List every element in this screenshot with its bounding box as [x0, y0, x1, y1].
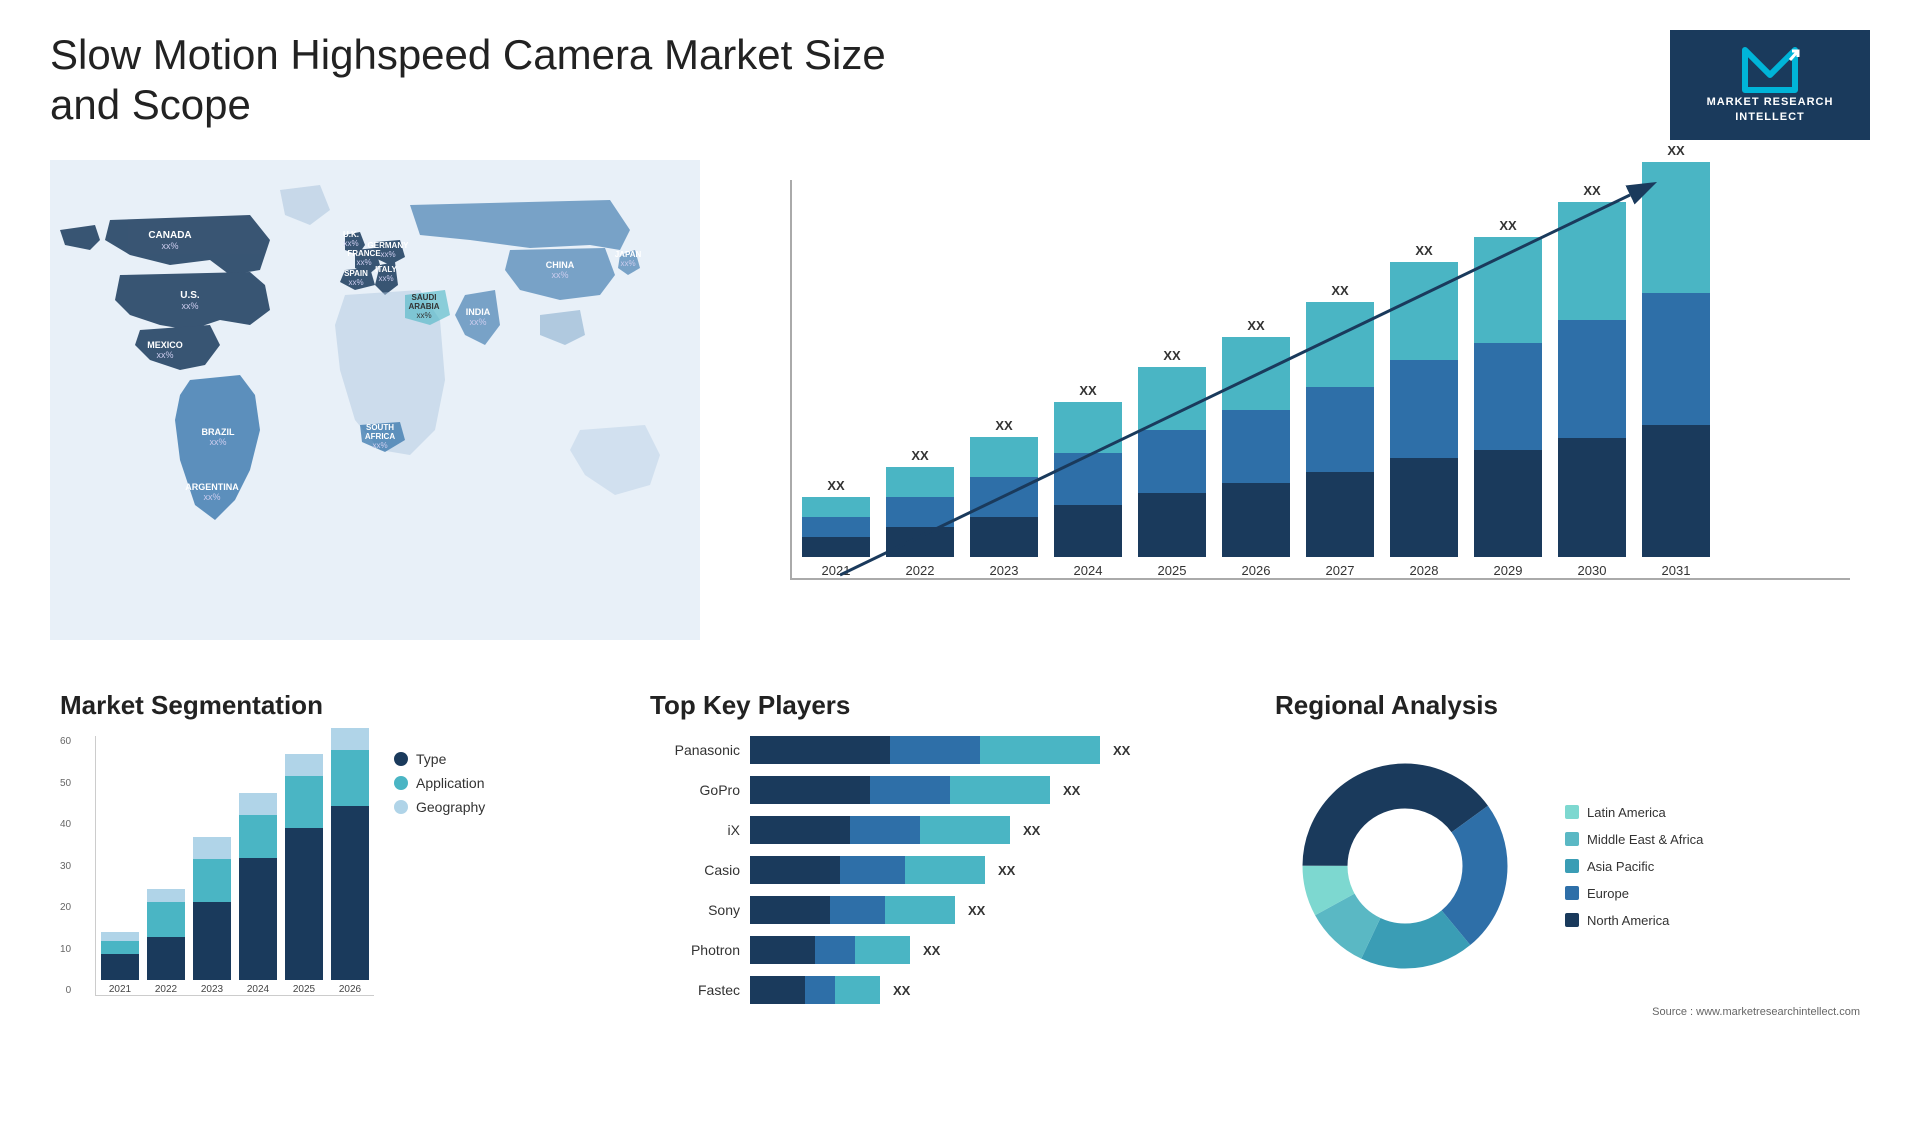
svg-text:xx%: xx% — [343, 239, 358, 248]
page-container: Slow Motion Highspeed Camera Market Size… — [0, 0, 1920, 1146]
segmentation-title: Market Segmentation — [60, 690, 590, 721]
regional-container: Regional Analysis — [1265, 680, 1870, 1028]
list-item: Asia Pacific — [1565, 859, 1703, 874]
svg-text:U.S.: U.S. — [180, 290, 200, 301]
svg-text:SAUDI: SAUDI — [412, 293, 437, 302]
legend-color-north-america — [1565, 913, 1579, 927]
map-container: CANADA xx% U.S. xx% MEXICO xx% BRAZIL xx… — [50, 160, 700, 660]
svg-text:SOUTH: SOUTH — [366, 423, 394, 432]
svg-text:SPAIN: SPAIN — [344, 269, 368, 278]
svg-text:xx%: xx% — [469, 317, 486, 327]
key-players-title: Top Key Players — [650, 690, 1215, 721]
segmentation-container: Market Segmentation 60 50 40 30 20 10 0 — [50, 680, 600, 1028]
key-players-container: Top Key Players Panasonic XX — [630, 680, 1235, 1028]
seg-chart: 2021 2022 — [95, 736, 374, 996]
logo-icon — [1740, 45, 1800, 95]
svg-text:ITALY: ITALY — [375, 265, 397, 274]
svg-text:BRAZIL: BRAZIL — [202, 427, 235, 437]
bar-chart-container: XX 2021 XX — [720, 160, 1870, 660]
svg-text:xx%: xx% — [620, 259, 635, 268]
svg-text:xx%: xx% — [551, 270, 568, 280]
svg-text:xx%: xx% — [380, 250, 395, 259]
source-text: Source : www.marketresearchintellect.com — [1275, 1006, 1860, 1018]
svg-text:xx%: xx% — [156, 350, 173, 360]
svg-text:CANADA: CANADA — [148, 230, 191, 241]
table-row: Casio XX — [650, 856, 1215, 884]
donut-area: Latin America Middle East & Africa Asia … — [1275, 736, 1860, 996]
svg-text:U.K.: U.K. — [343, 230, 359, 239]
legend-color-mea — [1565, 832, 1579, 846]
svg-text:CHINA: CHINA — [546, 260, 575, 270]
svg-text:xx%: xx% — [181, 301, 198, 311]
table-row: iX XX — [650, 816, 1215, 844]
svg-text:FRANCE: FRANCE — [347, 249, 381, 258]
legend-color-europe — [1565, 886, 1579, 900]
bottom-section: Market Segmentation 60 50 40 30 20 10 0 — [50, 680, 1870, 1028]
svg-text:xx%: xx% — [209, 437, 226, 447]
logo-text: MARKET RESEARCH INTELLECT — [1680, 95, 1860, 126]
svg-text:xx%: xx% — [416, 311, 431, 320]
svg-text:GERMANY: GERMANY — [368, 241, 410, 250]
seg-legend: Type Application Geography — [394, 751, 485, 996]
svg-text:xx%: xx% — [378, 274, 393, 283]
list-item: Latin America — [1565, 805, 1703, 820]
list-item: Europe — [1565, 886, 1703, 901]
table-row: Panasonic XX — [650, 736, 1215, 764]
legend-geography: Geography — [394, 799, 485, 815]
legend-color-latin-america — [1565, 805, 1579, 819]
page-title: Slow Motion Highspeed Camera Market Size… — [50, 30, 950, 131]
svg-text:xx%: xx% — [348, 278, 363, 287]
regional-title: Regional Analysis — [1275, 690, 1860, 721]
legend-type: Type — [394, 751, 485, 767]
legend-application: Application — [394, 775, 485, 791]
legend-dot-geography — [394, 800, 408, 814]
svg-text:JAPAN: JAPAN — [615, 250, 642, 259]
svg-text:MEXICO: MEXICO — [147, 340, 183, 350]
svg-text:AFRICA: AFRICA — [365, 432, 395, 441]
legend-dot-application — [394, 776, 408, 790]
list-item: Middle East & Africa — [1565, 832, 1703, 847]
svg-text:xx%: xx% — [161, 241, 178, 251]
legend-color-asia-pacific — [1565, 859, 1579, 873]
world-map-svg: CANADA xx% U.S. xx% MEXICO xx% BRAZIL xx… — [50, 160, 700, 640]
svg-text:ARGENTINA: ARGENTINA — [185, 482, 239, 492]
logo-box: MARKET RESEARCH INTELLECT — [1670, 30, 1870, 140]
donut-legend: Latin America Middle East & Africa Asia … — [1565, 805, 1703, 928]
header: Slow Motion Highspeed Camera Market Size… — [50, 30, 1870, 140]
table-row: Sony XX — [650, 896, 1215, 924]
table-row: Fastec XX — [650, 976, 1215, 1004]
svg-text:INDIA: INDIA — [466, 307, 491, 317]
legend-dot-type — [394, 752, 408, 766]
table-row: Photron XX — [650, 936, 1215, 964]
donut-chart — [1275, 736, 1535, 996]
players-list: Panasonic XX GoPro — [650, 736, 1215, 1004]
table-row: GoPro XX — [650, 776, 1215, 804]
svg-text:xx%: xx% — [372, 441, 387, 450]
svg-text:xx%: xx% — [356, 258, 371, 267]
svg-text:xx%: xx% — [203, 492, 220, 502]
top-section: CANADA xx% U.S. xx% MEXICO xx% BRAZIL xx… — [50, 160, 1870, 660]
svg-text:ARABIA: ARABIA — [408, 302, 439, 311]
list-item: North America — [1565, 913, 1703, 928]
